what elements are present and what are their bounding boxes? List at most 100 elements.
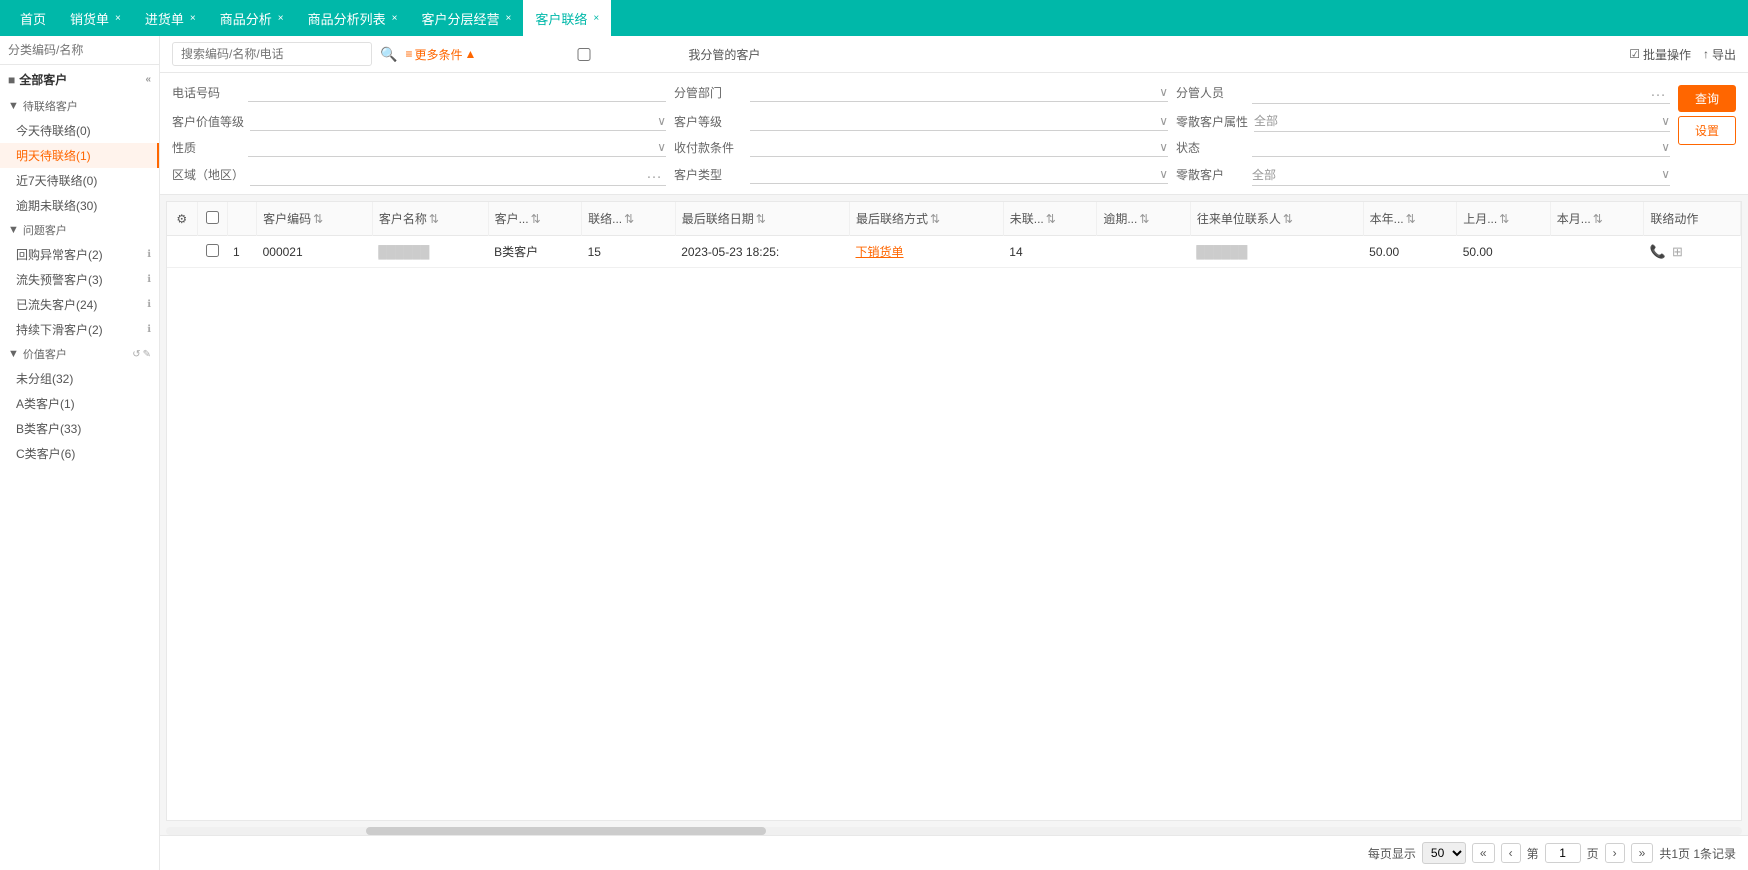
- nav-customer-contact[interactable]: 客户联络 ×: [523, 0, 611, 36]
- refresh-icon[interactable]: ↺: [132, 349, 140, 360]
- export-btn[interactable]: ↑ 导出: [1703, 46, 1736, 63]
- th-type[interactable]: 客户...⇅: [488, 202, 582, 236]
- advanced-filter-panel: 电话号码 分管部门 ∨: [160, 73, 1748, 195]
- nav-customer-contact-close[interactable]: ×: [593, 13, 599, 24]
- nav-product-analysis-close[interactable]: ×: [278, 13, 284, 24]
- sidebar-item-ungrouped[interactable]: 未分组(32): [0, 366, 159, 391]
- filter-phone-input[interactable]: [248, 85, 666, 99]
- filter-manager-select[interactable]: …: [1252, 81, 1670, 104]
- nav-sales-close[interactable]: ×: [115, 13, 121, 24]
- filter-row-2: 客户价值等级 ∨ 客户等级 ∨: [172, 110, 1670, 132]
- double-arrow-icon[interactable]: «: [145, 74, 151, 85]
- phone-action-icon[interactable]: 📞: [1650, 244, 1666, 260]
- sidebar-item-today-contact[interactable]: 今天待联络(0): [0, 118, 159, 143]
- filter-bar-right: ☑ 批量操作 ↑ 导出: [1629, 46, 1736, 63]
- sidebar-item-class-c[interactable]: C类客户(6): [0, 441, 159, 466]
- td-check[interactable]: [197, 236, 227, 268]
- nav-home[interactable]: 首页: [8, 0, 58, 36]
- nav-customer-tier[interactable]: 客户分层经营 ×: [409, 0, 523, 36]
- sidebar-item-declining[interactable]: 持续下滑客户(2) ℹ: [0, 317, 159, 342]
- td-last-method[interactable]: 下销货单: [850, 236, 1004, 268]
- sidebar-item-churned[interactable]: 已流失客户(24) ℹ: [0, 292, 159, 317]
- nav-purchase[interactable]: 进货单 ×: [133, 0, 208, 36]
- next-next-btn[interactable]: »: [1631, 843, 1654, 863]
- td-last-month: 50.00: [1457, 236, 1551, 268]
- th-this-year[interactable]: 本年...⇅: [1363, 202, 1457, 236]
- filter-row-1: 电话号码 分管部门 ∨: [172, 81, 1670, 104]
- filter-value-level-select[interactable]: ∨: [250, 112, 666, 131]
- nav-customer-tier-close[interactable]: ×: [505, 13, 511, 24]
- sidebar-item-7days-contact[interactable]: 近7天待联络(0): [0, 168, 159, 193]
- filter-customer-level-select[interactable]: ∨: [750, 112, 1168, 131]
- section-pending-contact[interactable]: ▼ 待联络客户: [0, 94, 159, 118]
- sort-icon: ⇅: [756, 212, 766, 226]
- nav-product-analysis-list[interactable]: 商品分析列表 ×: [296, 0, 410, 36]
- row-checkbox[interactable]: [206, 244, 219, 257]
- nav-product-analysis[interactable]: 商品分析 ×: [208, 0, 296, 36]
- nav-sales[interactable]: 销货单 ×: [58, 0, 133, 36]
- filter-retail-attr-select[interactable]: 全部 ∨: [1254, 110, 1670, 132]
- section-value-customers[interactable]: ▼ 价值客户 ↺ ✎: [0, 342, 159, 366]
- th-not-contacted[interactable]: 未联...⇅: [1003, 202, 1097, 236]
- section-arrow: ▼: [8, 100, 19, 112]
- th-name[interactable]: 客户名称⇅: [372, 202, 488, 236]
- prev-btn[interactable]: ‹: [1501, 843, 1521, 863]
- page-unit: 页: [1587, 845, 1599, 862]
- filter-nature-select[interactable]: ∨: [248, 138, 666, 157]
- select-all-checkbox[interactable]: [206, 211, 219, 224]
- sidebar-item-churn-warning[interactable]: 流失预警客户(3) ℹ: [0, 267, 159, 292]
- prev-prev-btn[interactable]: «: [1472, 843, 1495, 863]
- edit-icon[interactable]: ✎: [143, 349, 151, 360]
- filter-manager-dots[interactable]: …: [1650, 83, 1666, 101]
- th-check[interactable]: [197, 202, 227, 236]
- th-this-month[interactable]: 本月...⇅: [1550, 202, 1644, 236]
- settings-button[interactable]: 设置: [1678, 116, 1736, 145]
- more-conditions-btn[interactable]: ≡ 更多条件 ▲: [405, 46, 476, 63]
- th-gear[interactable]: ⚙: [167, 202, 197, 236]
- th-last-month[interactable]: 上月...⇅: [1457, 202, 1551, 236]
- sort-icon: ⇅: [1406, 212, 1416, 226]
- section-arrow: ▼: [8, 348, 19, 360]
- th-last-date[interactable]: 最后联络日期⇅: [675, 202, 849, 236]
- per-page-select[interactable]: 50: [1422, 842, 1466, 864]
- sort-icon: ⇅: [429, 212, 439, 226]
- info-icon: ℹ: [147, 274, 151, 285]
- sidebar-search-input[interactable]: [8, 43, 160, 57]
- query-button[interactable]: 查询: [1678, 85, 1736, 112]
- filter-payment-terms-select[interactable]: ∨: [750, 138, 1168, 157]
- filter-status-select[interactable]: ∨: [1252, 138, 1670, 157]
- chevron-down-icon: ∨: [1661, 140, 1670, 154]
- scrollbar-thumb[interactable]: [366, 827, 766, 835]
- grid-action-icon[interactable]: ⊞: [1672, 244, 1683, 260]
- sidebar-item-repurchase-abnormal[interactable]: 回购异常客户(2) ℹ: [0, 242, 159, 267]
- th-unit-contact[interactable]: 往来单位联系人⇅: [1190, 202, 1363, 236]
- filter-region-select[interactable]: …: [250, 163, 666, 186]
- th-last-method[interactable]: 最后联络方式⇅: [850, 202, 1004, 236]
- batch-op-btn[interactable]: ☑ 批量操作: [1629, 46, 1691, 63]
- th-overdue[interactable]: 逾期...⇅: [1097, 202, 1191, 236]
- nav-purchase-close[interactable]: ×: [190, 13, 196, 24]
- th-code[interactable]: 客户编码⇅: [257, 202, 373, 236]
- filter-search-icon[interactable]: 🔍: [380, 46, 397, 63]
- horizontal-scrollbar[interactable]: [166, 827, 1742, 835]
- filter-manager-label: 分管人员: [1176, 84, 1246, 101]
- info-icon: ℹ: [147, 249, 151, 260]
- table-row: 1 000021 ██████ B类客户 15 2023-05-23 18:25…: [167, 236, 1741, 268]
- sidebar-item-class-b[interactable]: B类客户(33): [0, 416, 159, 441]
- filter-region-dots[interactable]: …: [646, 165, 662, 183]
- th-contact[interactable]: 联络...⇅: [582, 202, 676, 236]
- sidebar-item-tomorrow-contact[interactable]: 明天待联络(1): [0, 143, 159, 168]
- filter-customer-type-select[interactable]: ∨: [750, 165, 1168, 184]
- my-customers-checkbox[interactable]: [484, 48, 684, 61]
- filter-retail-customer-select[interactable]: 全部 ∨: [1252, 164, 1670, 186]
- sidebar-item-overdue-contact[interactable]: 逾期未联络(30): [0, 193, 159, 218]
- filter-department-select[interactable]: ∨: [750, 83, 1168, 102]
- page-input[interactable]: [1545, 843, 1581, 863]
- nav-product-analysis-list-close[interactable]: ×: [392, 13, 398, 24]
- my-customers-checkbox-label[interactable]: 我分管的客户: [484, 46, 760, 63]
- next-btn[interactable]: ›: [1605, 843, 1625, 863]
- all-customers-header[interactable]: ■ 全部客户 «: [0, 65, 159, 94]
- search-input[interactable]: [172, 42, 372, 66]
- sidebar-item-class-a[interactable]: A类客户(1): [0, 391, 159, 416]
- section-problem-customers[interactable]: ▼ 问题客户: [0, 218, 159, 242]
